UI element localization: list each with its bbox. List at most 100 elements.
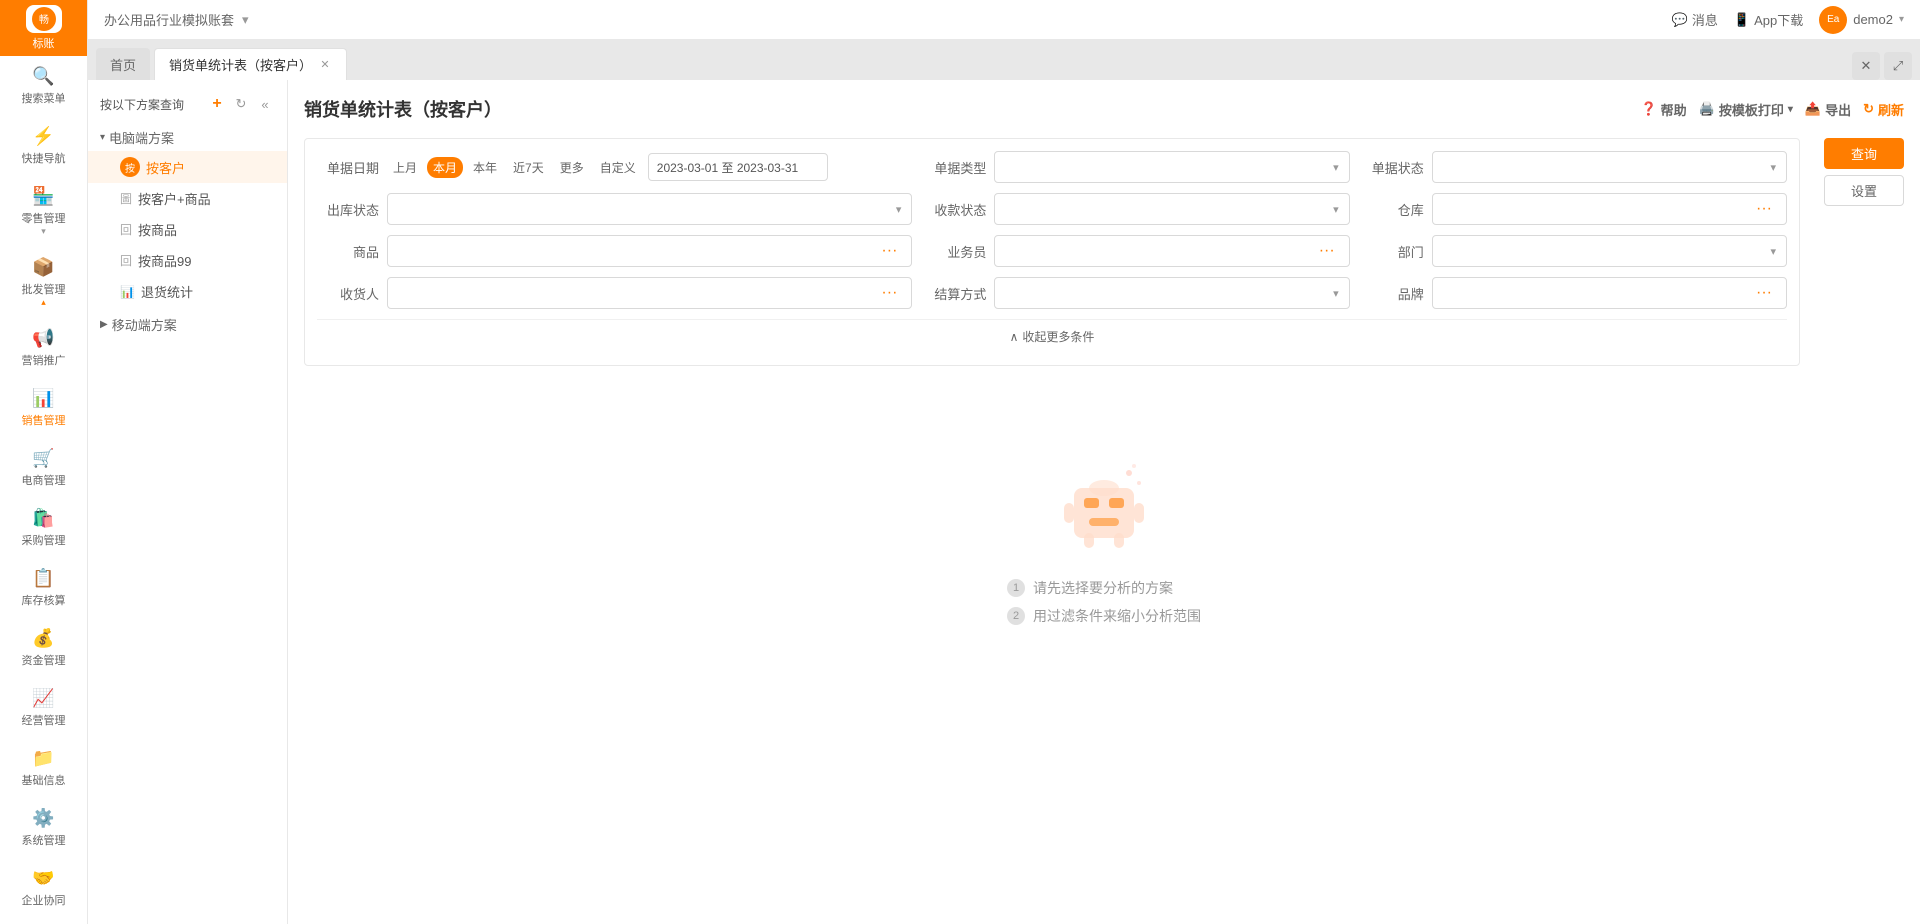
date-tab-last-month[interactable]: 上月	[387, 157, 423, 178]
order-type-select[interactable]: ▾	[994, 151, 1349, 183]
scheme-item-by-customer-goods[interactable]: 圖 按客户+商品	[88, 183, 287, 214]
tab-sales-stat[interactable]: 销货单统计表（按客户） ✕	[154, 48, 347, 80]
sidebar-item-finance[interactable]: 💰 资金管理	[0, 618, 87, 678]
brand-dots-btn[interactable]: ···	[1752, 284, 1776, 302]
chevron-down-icon: ▾	[1333, 203, 1339, 216]
warehouse-dots-btn[interactable]: ···	[1752, 200, 1776, 218]
sales-icon: 📊	[32, 388, 54, 409]
date-tab-7days[interactable]: 近7天	[507, 157, 550, 178]
filter-dept: 部门 ▾	[1362, 235, 1787, 267]
sidebar-item-system[interactable]: ⚙️ 系统管理	[0, 798, 87, 858]
order-status-select[interactable]: ▾	[1432, 151, 1787, 183]
date-range-input[interactable]: 2023-03-01 至 2023-03-31	[648, 153, 828, 181]
help-btn[interactable]: ❓ 帮助	[1640, 100, 1686, 119]
sidebar-item-newbie[interactable]: 🎯 新手引导	[0, 918, 87, 924]
date-tab-more[interactable]: 更多	[554, 157, 590, 178]
scheme-item-by-customer[interactable]: 按 按客户	[88, 151, 287, 183]
out-status-select[interactable]: ▾	[387, 193, 912, 225]
sidebar-item-wholesale[interactable]: 📦 批发管理 ▴	[0, 247, 87, 318]
date-tab-custom[interactable]: 自定义	[594, 157, 642, 178]
chevron-down-icon: ▾	[1333, 287, 1339, 300]
scheme-item-by-goods[interactable]: 回 按商品	[88, 214, 287, 245]
sidebar-item-retail[interactable]: 🏪 零售管理 ▾	[0, 176, 87, 247]
right-content: 销货单统计表（按客户） ❓ 帮助 🖨️ 按模板打印 ▾ 📤 导出	[288, 80, 1920, 924]
sidebar-item-search[interactable]: 🔍 搜索菜单	[0, 56, 87, 116]
header-right: 💬 消息 📱 App下载 Ea demo2 ▾	[1672, 6, 1904, 34]
main-area: 办公用品行业模拟账套 ▾ 💬 消息 📱 App下载 Ea demo2 ▾ 首	[88, 0, 1920, 924]
user-chevron-icon: ▾	[1899, 14, 1904, 25]
user-btn[interactable]: Ea demo2 ▾	[1819, 6, 1904, 34]
collapse-scheme-icon: «	[261, 97, 268, 112]
sidebar-item-quick-nav[interactable]: ⚡ 快捷导航	[0, 116, 87, 176]
export-btn[interactable]: 📤 导出	[1805, 100, 1851, 119]
payment-status-label: 收款状态	[924, 200, 994, 219]
collapse-scheme-btn[interactable]: «	[255, 94, 275, 114]
scheme-item-icon: 回	[120, 252, 132, 269]
quick-nav-icon: ⚡	[32, 126, 54, 147]
sidebar-item-marketing[interactable]: 📢 营销推广	[0, 318, 87, 378]
receiver-dots-btn[interactable]: ···	[877, 284, 901, 302]
goods-dots-btn[interactable]: ···	[877, 242, 901, 260]
top-header: 办公用品行业模拟账套 ▾ 💬 消息 📱 App下载 Ea demo2 ▾	[88, 0, 1920, 40]
sidebar-item-sales[interactable]: 📊 销售管理	[0, 378, 87, 438]
payment-status-select[interactable]: ▾	[994, 193, 1349, 225]
app-download-btn[interactable]: 📱 App下载	[1734, 10, 1803, 29]
sidebar-item-ecommerce[interactable]: 🛒 电商管理	[0, 438, 87, 498]
add-scheme-btn[interactable]: +	[207, 94, 227, 114]
receiver-select[interactable]: ···	[387, 277, 912, 309]
salesperson-select[interactable]: ···	[994, 235, 1349, 267]
date-tab-this-month[interactable]: 本月	[427, 157, 463, 178]
print-icon: 🖨️	[1699, 101, 1715, 117]
tab-minimize-btn[interactable]: ✕	[1852, 52, 1880, 80]
tab-expand-btn[interactable]: ⤢	[1884, 52, 1912, 80]
scheme-item-return-stat[interactable]: 📊 退货统计	[88, 276, 287, 307]
print-btn[interactable]: 🖨️ 按模板打印 ▾	[1699, 100, 1793, 119]
goods-select[interactable]: ···	[387, 235, 912, 267]
refresh-scheme-icon: ↻	[236, 96, 247, 112]
scheme-group-mobile-header[interactable]: ▶ 移动端方案	[88, 311, 287, 338]
message-btn[interactable]: 💬 消息	[1672, 10, 1718, 29]
search-icon: 🔍	[32, 66, 54, 87]
finance-icon: 💰	[32, 628, 54, 649]
filter-brand: 品牌 ···	[1362, 277, 1787, 309]
export-icon: 📤	[1805, 101, 1821, 117]
scheme-item-by-goods-99[interactable]: 回 按商品99	[88, 245, 287, 276]
scheme-group-desktop-header[interactable]: ▾ 电脑端方案	[88, 124, 287, 151]
receiver-label: 收货人	[317, 284, 387, 303]
sidebar-item-inventory[interactable]: 📋 库存核算	[0, 558, 87, 618]
sidebar-item-purchase[interactable]: 🛍️ 采购管理	[0, 498, 87, 558]
settlement-select[interactable]: ▾	[994, 277, 1349, 309]
dept-label: 部门	[1362, 242, 1432, 261]
empty-illustration	[1044, 438, 1164, 558]
logo-text: 标账	[33, 35, 55, 51]
salesperson-dots-btn[interactable]: ···	[1315, 242, 1339, 260]
tab-close-btn[interactable]: ✕	[318, 58, 332, 72]
date-tabs: 上月 本月 本年 近7天 更多 自定义	[387, 157, 642, 178]
empty-step-2: 2 用过滤条件来缩小分析范围	[1007, 606, 1201, 626]
filter-settlement: 结算方式 ▾	[924, 277, 1349, 309]
filter-row-4: 收货人 ··· 结算方式 ▾	[317, 277, 1787, 309]
filter-date: 单据日期 上月 本月 本年 近7天 更多 自定义	[317, 153, 912, 181]
refresh-scheme-btn[interactable]: ↻	[231, 94, 251, 114]
empty-state: 1 请先选择要分析的方案 2 用过滤条件来缩小分析范围	[304, 378, 1904, 686]
date-tab-this-year[interactable]: 本年	[467, 157, 503, 178]
settings-button[interactable]: 设置	[1824, 175, 1904, 206]
avatar: Ea	[1819, 6, 1847, 34]
warehouse-select[interactable]: ···	[1432, 193, 1787, 225]
query-button[interactable]: 查询	[1824, 138, 1904, 169]
refresh-btn[interactable]: ↻ 刷新	[1863, 100, 1904, 119]
sidebar-item-basic[interactable]: 📁 基础信息	[0, 738, 87, 798]
dropdown-icon[interactable]: ▾	[242, 12, 249, 28]
brand-select[interactable]: ···	[1432, 277, 1787, 309]
filter-row-2: 出库状态 ▾ 收款状态 ▾	[317, 193, 1787, 225]
sidebar-item-enterprise[interactable]: 🤝 企业协同	[0, 858, 87, 918]
dept-select[interactable]: ▾	[1432, 235, 1787, 267]
tab-home[interactable]: 首页	[96, 48, 150, 80]
order-status-label: 单据状态	[1362, 158, 1432, 177]
page-title-row: 销货单统计表（按客户） ❓ 帮助 🖨️ 按模板打印 ▾ 📤 导出	[304, 96, 1904, 122]
sidebar-item-operations[interactable]: 📈 经营管理	[0, 678, 87, 738]
goods-label: 商品	[317, 242, 387, 261]
empty-steps: 1 请先选择要分析的方案 2 用过滤条件来缩小分析范围	[1007, 578, 1201, 626]
collapse-bar[interactable]: ∧ 收起更多条件	[317, 319, 1787, 353]
retail-icon: 🏪	[32, 186, 54, 207]
